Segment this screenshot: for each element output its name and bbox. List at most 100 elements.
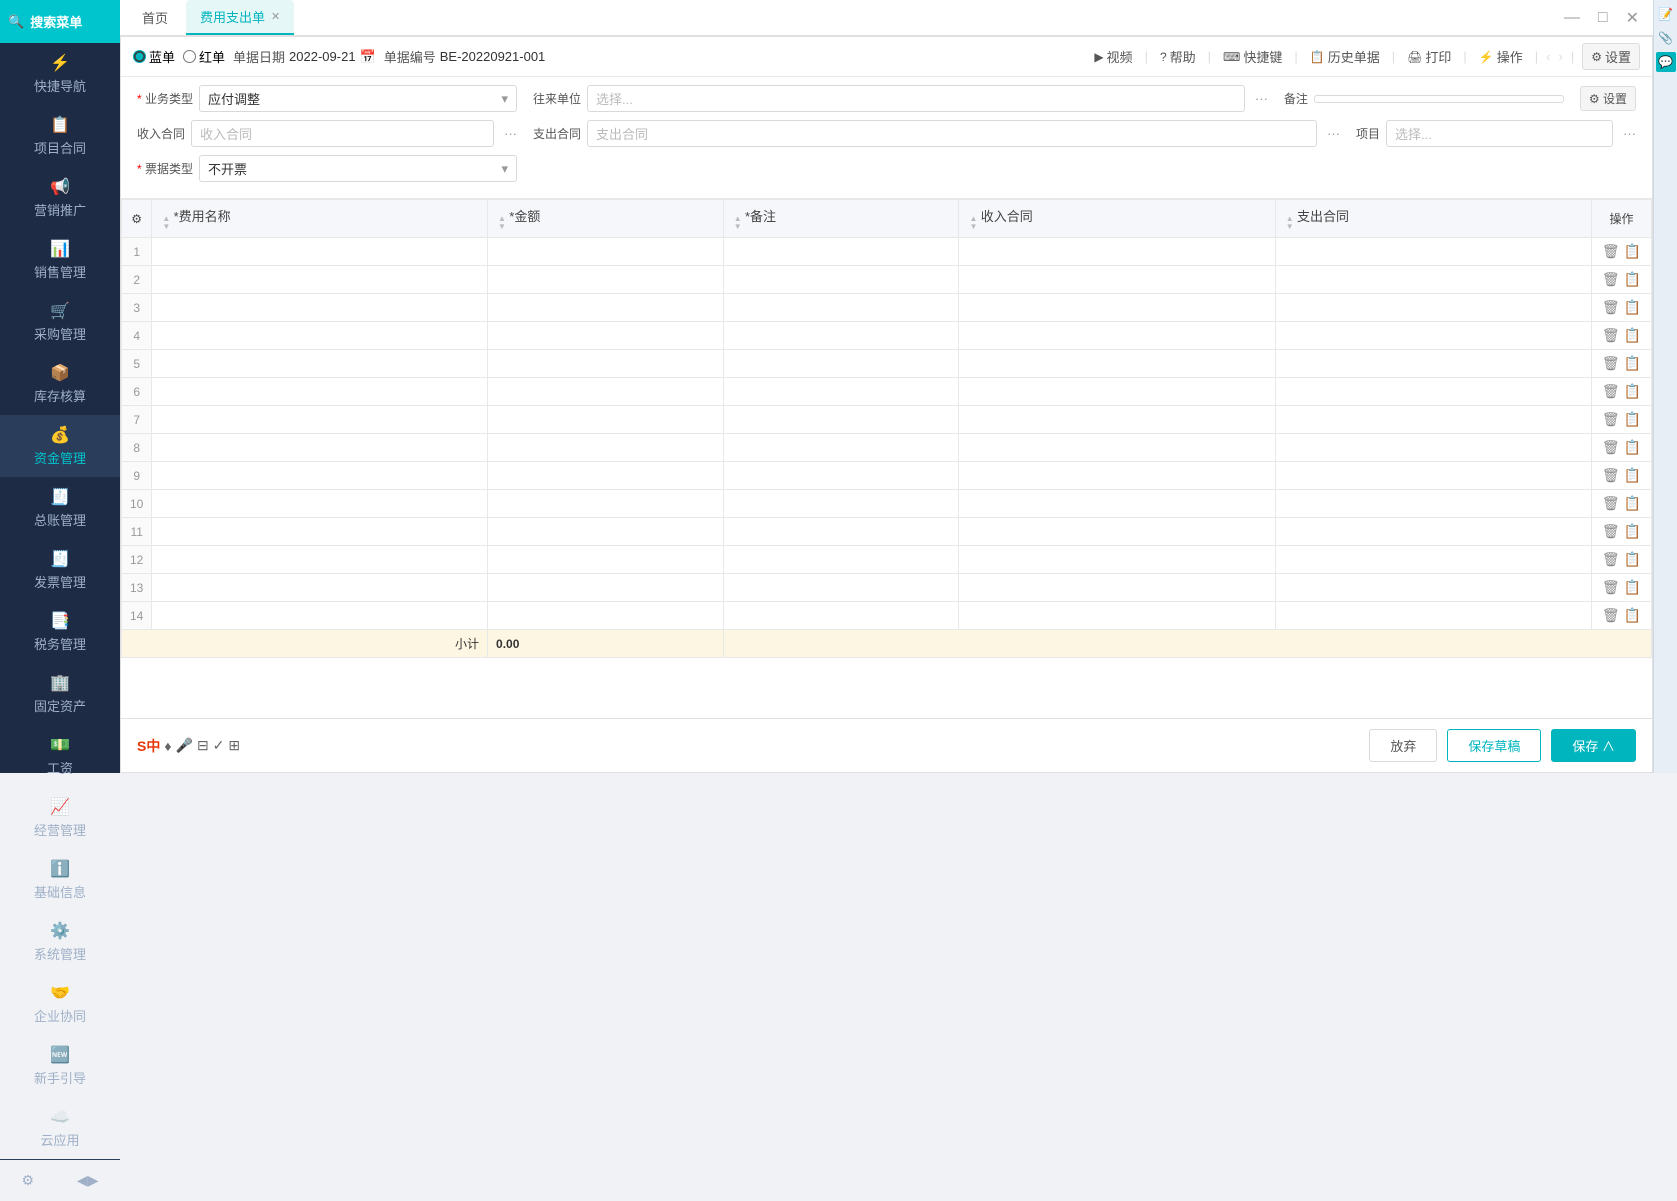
cell-amount-2[interactable] — [488, 266, 724, 294]
cell-expense-contract-6[interactable] — [1275, 378, 1591, 406]
sort-expense-name[interactable]: ▲▼ — [162, 215, 170, 231]
sidebar-item-marketing[interactable]: 📢营销推广 — [0, 167, 120, 229]
cell-remark-12[interactable] — [723, 546, 959, 574]
row-delete-10[interactable]: 🗑 — [1602, 495, 1620, 512]
row-delete-14[interactable]: 🗑 — [1602, 607, 1620, 624]
project-dots[interactable]: ··· — [1623, 126, 1636, 141]
row-copy-5[interactable]: 📋 — [1624, 355, 1641, 372]
cell-income-contract-13[interactable] — [959, 574, 1275, 602]
cell-expense-contract-14[interactable] — [1275, 602, 1591, 630]
sidebar-item-salary[interactable]: 💵工资 — [0, 725, 120, 787]
cell-income-contract-8[interactable] — [959, 434, 1275, 462]
sort-amount[interactable]: ▲▼ — [498, 215, 506, 231]
invoice-type-input[interactable]: 不开票 ▾ — [199, 155, 517, 182]
cell-amount-13[interactable] — [488, 574, 724, 602]
cell-remark-7[interactable] — [723, 406, 959, 434]
row-delete-5[interactable]: 🗑 — [1602, 355, 1620, 372]
row-copy-1[interactable]: 📋 — [1624, 243, 1641, 260]
cell-expense-name-4[interactable] — [152, 322, 488, 350]
red-bill-radio[interactable]: 红单 — [183, 47, 225, 66]
operation-btn[interactable]: ⚡ 操作 — [1475, 45, 1527, 68]
row-copy-12[interactable]: 📋 — [1624, 551, 1641, 568]
row-delete-13[interactable]: 🗑 — [1602, 579, 1620, 596]
sidebar-item-purchase[interactable]: 🛒采购管理 — [0, 291, 120, 353]
sidebar-item-tax[interactable]: 📑税务管理 — [0, 601, 120, 663]
cell-amount-11[interactable] — [488, 518, 724, 546]
cell-expense-contract-7[interactable] — [1275, 406, 1591, 434]
cell-income-contract-6[interactable] — [959, 378, 1275, 406]
cell-expense-name-14[interactable] — [152, 602, 488, 630]
sidebar-item-basic-info[interactable]: ℹ️基础信息 — [0, 849, 120, 911]
sidebar-item-invoice[interactable]: 🧾发票管理 — [0, 539, 120, 601]
cell-amount-14[interactable] — [488, 602, 724, 630]
cell-expense-name-5[interactable] — [152, 350, 488, 378]
sidebar-item-capital[interactable]: 💰资金管理 — [0, 415, 120, 477]
row-copy-2[interactable]: 📋 — [1624, 271, 1641, 288]
sidebar-header[interactable]: 🔍 搜索菜单 — [0, 0, 120, 43]
cell-amount-6[interactable] — [488, 378, 724, 406]
sidebar-item-operations[interactable]: 📈经营管理 — [0, 787, 120, 849]
cell-amount-12[interactable] — [488, 546, 724, 574]
cell-remark-10[interactable] — [723, 490, 959, 518]
cell-amount-9[interactable] — [488, 462, 724, 490]
cell-expense-contract-13[interactable] — [1275, 574, 1591, 602]
row-copy-7[interactable]: 📋 — [1624, 411, 1641, 428]
row-delete-9[interactable]: 🗑 — [1602, 467, 1620, 484]
sidebar-item-new-guide[interactable]: 🆕新手引导 — [0, 1035, 120, 1097]
cell-expense-name-3[interactable] — [152, 294, 488, 322]
row-copy-11[interactable]: 📋 — [1624, 523, 1641, 540]
sidebar-item-accounting[interactable]: 🧾总账管理 — [0, 477, 120, 539]
row-copy-4[interactable]: 📋 — [1624, 327, 1641, 344]
brand-icon-check[interactable]: ✓ — [213, 737, 225, 754]
cell-expense-contract-9[interactable] — [1275, 462, 1591, 490]
cell-expense-contract-5[interactable] — [1275, 350, 1591, 378]
cell-remark-9[interactable] — [723, 462, 959, 490]
cell-income-contract-4[interactable] — [959, 322, 1275, 350]
row-copy-8[interactable]: 📋 — [1624, 439, 1641, 456]
income-contract-input[interactable]: 收入合同 — [191, 120, 494, 147]
cell-amount-1[interactable] — [488, 238, 724, 266]
cell-income-contract-5[interactable] — [959, 350, 1275, 378]
cell-income-contract-1[interactable] — [959, 238, 1275, 266]
row-delete-2[interactable]: 🗑 — [1602, 271, 1620, 288]
row-delete-6[interactable]: 🗑 — [1602, 383, 1620, 400]
sidebar-item-fixed-assets[interactable]: 🏢固定资产 — [0, 663, 120, 725]
row-copy-13[interactable]: 📋 — [1624, 579, 1641, 596]
help-btn[interactable]: ? 帮助 — [1156, 45, 1200, 68]
expense-contract-input[interactable]: 支出合同 — [587, 120, 1317, 147]
cell-expense-contract-4[interactable] — [1275, 322, 1591, 350]
cell-expense-name-13[interactable] — [152, 574, 488, 602]
cell-expense-name-11[interactable] — [152, 518, 488, 546]
row-copy-6[interactable]: 📋 — [1624, 383, 1641, 400]
cell-expense-name-8[interactable] — [152, 434, 488, 462]
cell-remark-14[interactable] — [723, 602, 959, 630]
blue-bill-radio[interactable]: 蓝单 — [133, 47, 175, 66]
cell-expense-contract-1[interactable] — [1275, 238, 1591, 266]
sidebar-item-project-contract[interactable]: 📋项目合同 — [0, 105, 120, 167]
cell-income-contract-14[interactable] — [959, 602, 1275, 630]
row-delete-4[interactable]: 🗑 — [1602, 327, 1620, 344]
cell-remark-2[interactable] — [723, 266, 959, 294]
cell-amount-4[interactable] — [488, 322, 724, 350]
cell-expense-contract-3[interactable] — [1275, 294, 1591, 322]
cell-remark-5[interactable] — [723, 350, 959, 378]
nav-prev[interactable]: ‹ — [1546, 49, 1550, 64]
row-copy-10[interactable]: 📋 — [1624, 495, 1641, 512]
form-settings-btn[interactable]: ⚙ 设置 — [1580, 86, 1636, 111]
cell-income-contract-10[interactable] — [959, 490, 1275, 518]
red-bill-input[interactable] — [183, 50, 196, 63]
right-icon-chat[interactable]: 💬 — [1656, 52, 1676, 72]
cell-expense-name-7[interactable] — [152, 406, 488, 434]
sort-remark[interactable]: ▲▼ — [734, 215, 742, 231]
partner-input[interactable]: 选择... — [587, 85, 1245, 112]
sidebar-item-quick-nav[interactable]: ⚡快捷导航 — [0, 43, 120, 105]
settings-btn[interactable]: ⚙ 设置 — [1582, 43, 1640, 70]
cell-amount-8[interactable] — [488, 434, 724, 462]
income-contract-dots[interactable]: ··· — [504, 126, 517, 141]
cell-amount-3[interactable] — [488, 294, 724, 322]
brand-icon-grid[interactable]: ⊞ — [228, 737, 240, 754]
sidebar-item-cooperation[interactable]: 🤝企业协同 — [0, 973, 120, 1035]
row-delete-3[interactable]: 🗑 — [1602, 299, 1620, 316]
cell-expense-contract-10[interactable] — [1275, 490, 1591, 518]
nav-next[interactable]: › — [1558, 49, 1562, 64]
